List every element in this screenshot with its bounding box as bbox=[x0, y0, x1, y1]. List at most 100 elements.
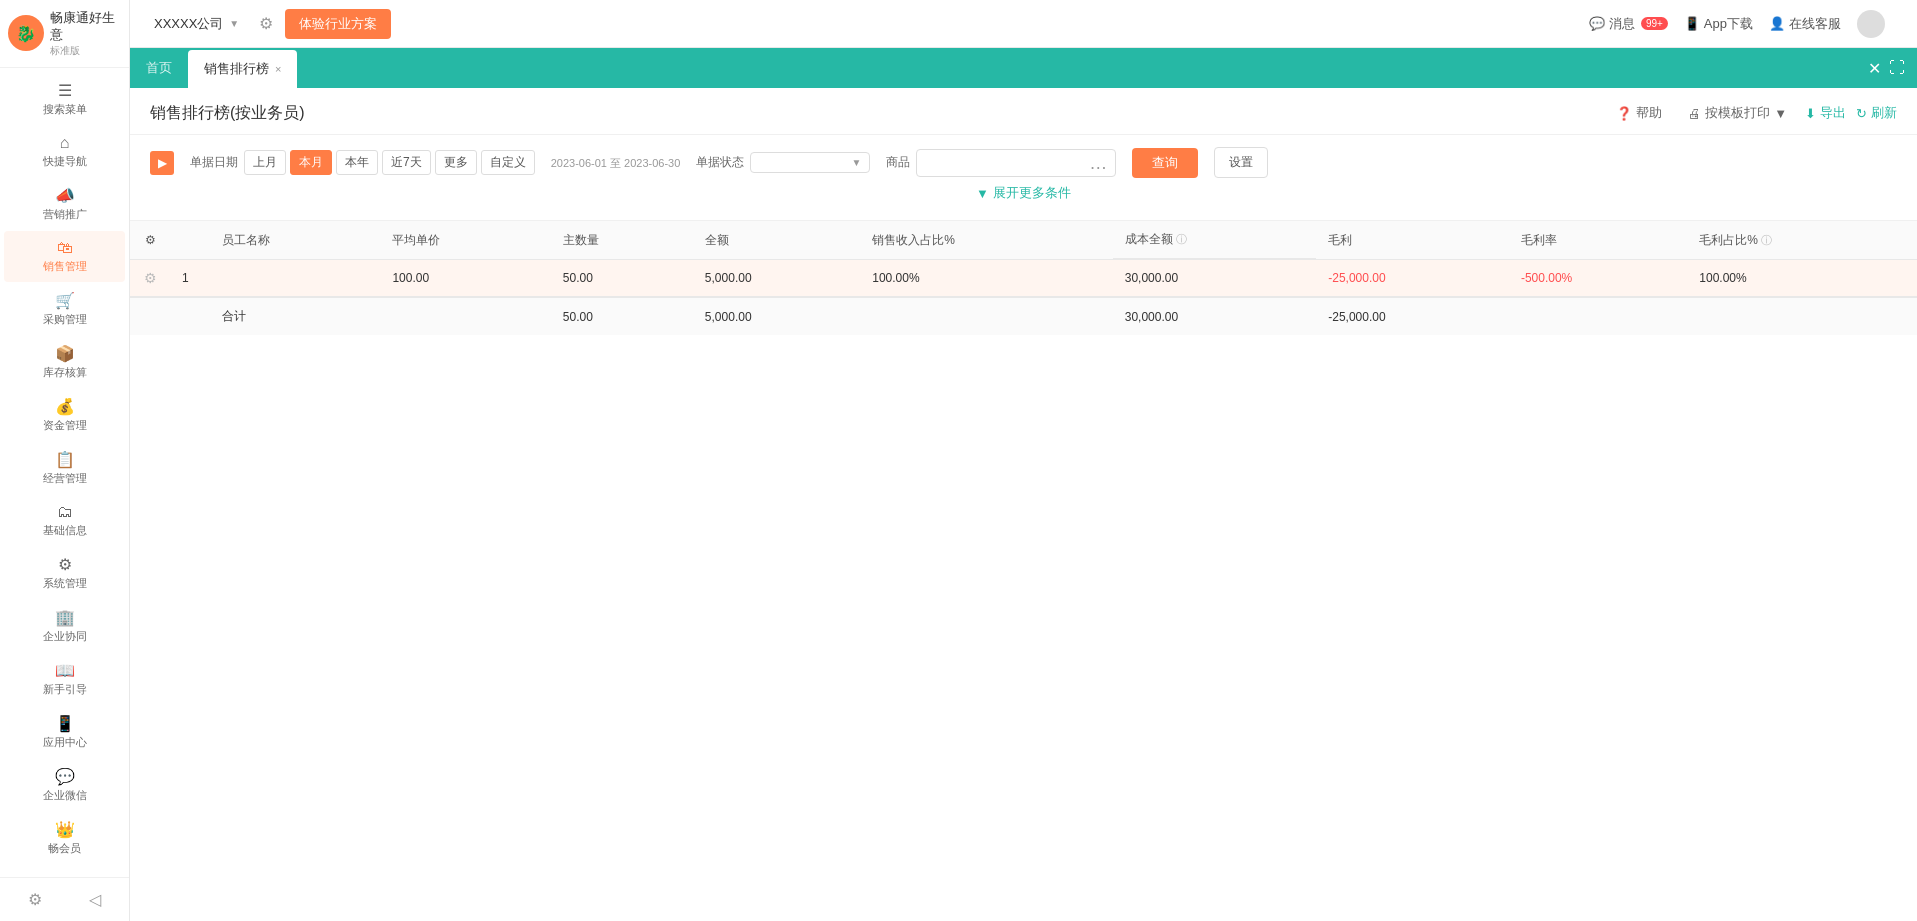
row-employee-name bbox=[210, 260, 380, 298]
member-icon: 👑 bbox=[55, 820, 75, 839]
avatar[interactable] bbox=[1857, 10, 1885, 38]
page-actions: ❓ 帮助 🖨 按模板打印 ▼ ⬇ 导出 ↻ 刷新 bbox=[1608, 100, 1897, 126]
table-footer-row: 合计 50.00 5,000.00 30,000.00 -25,000.00 bbox=[130, 297, 1917, 335]
footer-settings-cell bbox=[130, 297, 170, 335]
sidebar-item-marketing[interactable]: 📣 营销推广 bbox=[4, 178, 125, 230]
header-settings-icon[interactable]: ⚙ bbox=[259, 14, 273, 33]
status-filter-label: 单据状态 bbox=[696, 154, 744, 171]
notification-icon: 💬 bbox=[1589, 16, 1605, 31]
col-sales-pct: 销售收入占比% bbox=[860, 221, 1112, 260]
row-settings[interactable]: ⚙ bbox=[130, 260, 170, 298]
sidebar-item-system[interactable]: ⚙ 系统管理 bbox=[4, 547, 125, 599]
filter-row: ▶ 单据日期 上月 本月 本年 近7天 更多 自定义 bbox=[150, 147, 1897, 178]
online-support-label: 在线客服 bbox=[1789, 15, 1841, 33]
basic-icon: 🗂 bbox=[57, 503, 73, 521]
sidebar-item-sales[interactable]: 🛍 销售管理 bbox=[4, 231, 125, 282]
row-gross-pct: 100.00% bbox=[1687, 260, 1917, 298]
tab-maximize-icon[interactable]: ⛶ bbox=[1889, 59, 1905, 77]
trial-button[interactable]: 体验行业方案 bbox=[285, 9, 391, 39]
sidebar-item-corp[interactable]: 🏢 企业协同 bbox=[4, 600, 125, 652]
sidebar-item-inventory[interactable]: 📦 库存核算 bbox=[4, 336, 125, 388]
sidebar-item-wechat[interactable]: 💬 企业微信 bbox=[4, 759, 125, 811]
row-gross: -25,000.00 bbox=[1316, 260, 1509, 298]
export-icon: ⬇ bbox=[1805, 106, 1816, 121]
goods-filter-label: 商品 bbox=[886, 154, 910, 171]
date-btn-custom[interactable]: 自定义 bbox=[481, 150, 535, 175]
status-select[interactable]: ▼ bbox=[750, 152, 870, 173]
guide-icon: 📖 bbox=[55, 661, 75, 680]
settings-button[interactable]: 设置 bbox=[1214, 147, 1268, 178]
date-btn-current-year[interactable]: 本年 bbox=[336, 150, 378, 175]
date-filter: 单据日期 上月 本月 本年 近7天 更多 自定义 bbox=[190, 150, 535, 175]
marketing-icon: 📣 bbox=[55, 186, 75, 205]
tab-close-window-icon[interactable]: ✕ bbox=[1868, 59, 1881, 78]
tab-home-label: 首页 bbox=[146, 59, 172, 77]
row-sales-pct: 100.00% bbox=[860, 260, 1112, 298]
date-range-display: 2023-06-01 至 2023-06-30 bbox=[551, 154, 681, 171]
logo-icon: 🐉 bbox=[8, 15, 44, 51]
print-dropdown-icon: ▼ bbox=[1774, 106, 1787, 121]
finance-icon: 💰 bbox=[55, 397, 75, 416]
sidebar-nav: ☰ 搜索菜单 ⌂ 快捷导航 📣 营销推广 🛍 销售管理 🛒 采购管理 📦 库存核… bbox=[0, 68, 129, 877]
print-icon: 🖨 bbox=[1688, 106, 1701, 121]
top-header: XXXXX公司 ▼ ⚙ 体验行业方案 💬 消息 99+ 📱 App下载 👤 在线… bbox=[130, 0, 1917, 48]
row-cost: 30,000.00 bbox=[1113, 260, 1317, 298]
sidebar-collapse-btn[interactable]: ◁ bbox=[85, 886, 105, 913]
sidebar-item-operations[interactable]: 📋 经营管理 bbox=[4, 442, 125, 494]
sidebar-item-member[interactable]: 👑 畅会员 bbox=[4, 812, 125, 864]
help-button[interactable]: ❓ 帮助 bbox=[1608, 100, 1670, 126]
tab-home[interactable]: 首页 bbox=[130, 49, 188, 87]
query-button[interactable]: 查询 bbox=[1132, 148, 1198, 178]
sidebar-item-search[interactable]: ☰ 搜索菜单 bbox=[4, 73, 125, 125]
expand-more-conditions[interactable]: ▼ 展开更多条件 bbox=[150, 178, 1897, 208]
notification-item[interactable]: 💬 消息 99+ bbox=[1589, 15, 1668, 33]
date-btn-more[interactable]: 更多 bbox=[435, 150, 477, 175]
table-row: ⚙ 1 100.00 50.00 5,000.00 100.00% 30,000… bbox=[130, 260, 1917, 298]
sidebar-item-basic[interactable]: 🗂 基础信息 bbox=[4, 495, 125, 546]
footer-rank-cell bbox=[170, 297, 210, 335]
footer-sales-pct bbox=[860, 297, 1112, 335]
date-btn-current-month[interactable]: 本月 bbox=[290, 150, 332, 175]
cost-info-icon[interactable]: ⓘ bbox=[1176, 232, 1187, 247]
sidebar-item-guide[interactable]: 📖 新手引导 bbox=[4, 653, 125, 705]
goods-select[interactable]: … bbox=[916, 149, 1116, 177]
gross-pct-info-icon[interactable]: ⓘ bbox=[1761, 234, 1772, 246]
company-name: XXXXX公司 bbox=[154, 15, 223, 33]
inventory-icon: 📦 bbox=[55, 344, 75, 363]
notification-label: 消息 bbox=[1609, 15, 1635, 33]
col-qty: 主数量 bbox=[551, 221, 693, 260]
print-template-button[interactable]: 🖨 按模板打印 ▼ bbox=[1680, 100, 1795, 126]
system-icon: ⚙ bbox=[58, 555, 72, 574]
export-button[interactable]: ⬇ 导出 bbox=[1805, 104, 1846, 122]
tab-bar-actions: ✕ ⛶ bbox=[1868, 59, 1917, 78]
footer-gross-rate bbox=[1509, 297, 1687, 335]
sidebar-item-shortcut[interactable]: ⌂ 快捷导航 bbox=[4, 126, 125, 177]
app-download-item[interactable]: 📱 App下载 bbox=[1684, 15, 1753, 33]
row-amount: 5,000.00 bbox=[693, 260, 860, 298]
row-avg-price: 100.00 bbox=[380, 260, 550, 298]
content-area: 销售排行榜(按业务员) ❓ 帮助 🖨 按模板打印 ▼ ⬇ 导出 bbox=[130, 88, 1917, 921]
filter-collapse-toggle[interactable]: ▶ bbox=[150, 151, 174, 175]
sidebar-item-apps[interactable]: 📱 应用中心 bbox=[4, 706, 125, 758]
table-header-row: ⚙ 员工名称 平均单价 主数量 全额 销售收入占比% 成本全额 ⓘ 毛利 毛利率 bbox=[130, 221, 1917, 260]
date-btn-7days[interactable]: 近7天 bbox=[382, 150, 431, 175]
online-support-item[interactable]: 👤 在线客服 bbox=[1769, 15, 1841, 33]
sidebar-settings-btn[interactable]: ⚙ bbox=[24, 886, 46, 913]
wechat-icon: 💬 bbox=[55, 767, 75, 786]
company-selector[interactable]: XXXXX公司 ▼ bbox=[146, 11, 247, 37]
col-employee-name: 员工名称 bbox=[210, 221, 380, 260]
sidebar-bottom: ⚙ ◁ bbox=[0, 877, 129, 921]
sidebar-item-finance[interactable]: 💰 资金管理 bbox=[4, 389, 125, 441]
date-btn-prev-month[interactable]: 上月 bbox=[244, 150, 286, 175]
purchase-icon: 🛒 bbox=[55, 291, 75, 310]
tab-sales-rank[interactable]: 销售排行榜 × bbox=[188, 50, 297, 88]
date-range-text: 2023-06-01 至 2023-06-30 bbox=[551, 156, 681, 171]
row-rank: 1 bbox=[170, 260, 210, 298]
sidebar: 🐉 畅康通好生意 标准版 ☰ 搜索菜单 ⌂ 快捷导航 📣 营销推广 🛍 销售管理… bbox=[0, 0, 130, 921]
tab-close-icon[interactable]: × bbox=[275, 63, 281, 75]
tab-bar: 首页 销售排行榜 × ✕ ⛶ bbox=[130, 48, 1917, 88]
sidebar-item-purchase[interactable]: 🛒 采购管理 bbox=[4, 283, 125, 335]
col-settings[interactable]: ⚙ bbox=[130, 221, 170, 260]
refresh-button[interactable]: ↻ 刷新 bbox=[1856, 104, 1897, 122]
goods-more-icon: … bbox=[1089, 154, 1107, 172]
